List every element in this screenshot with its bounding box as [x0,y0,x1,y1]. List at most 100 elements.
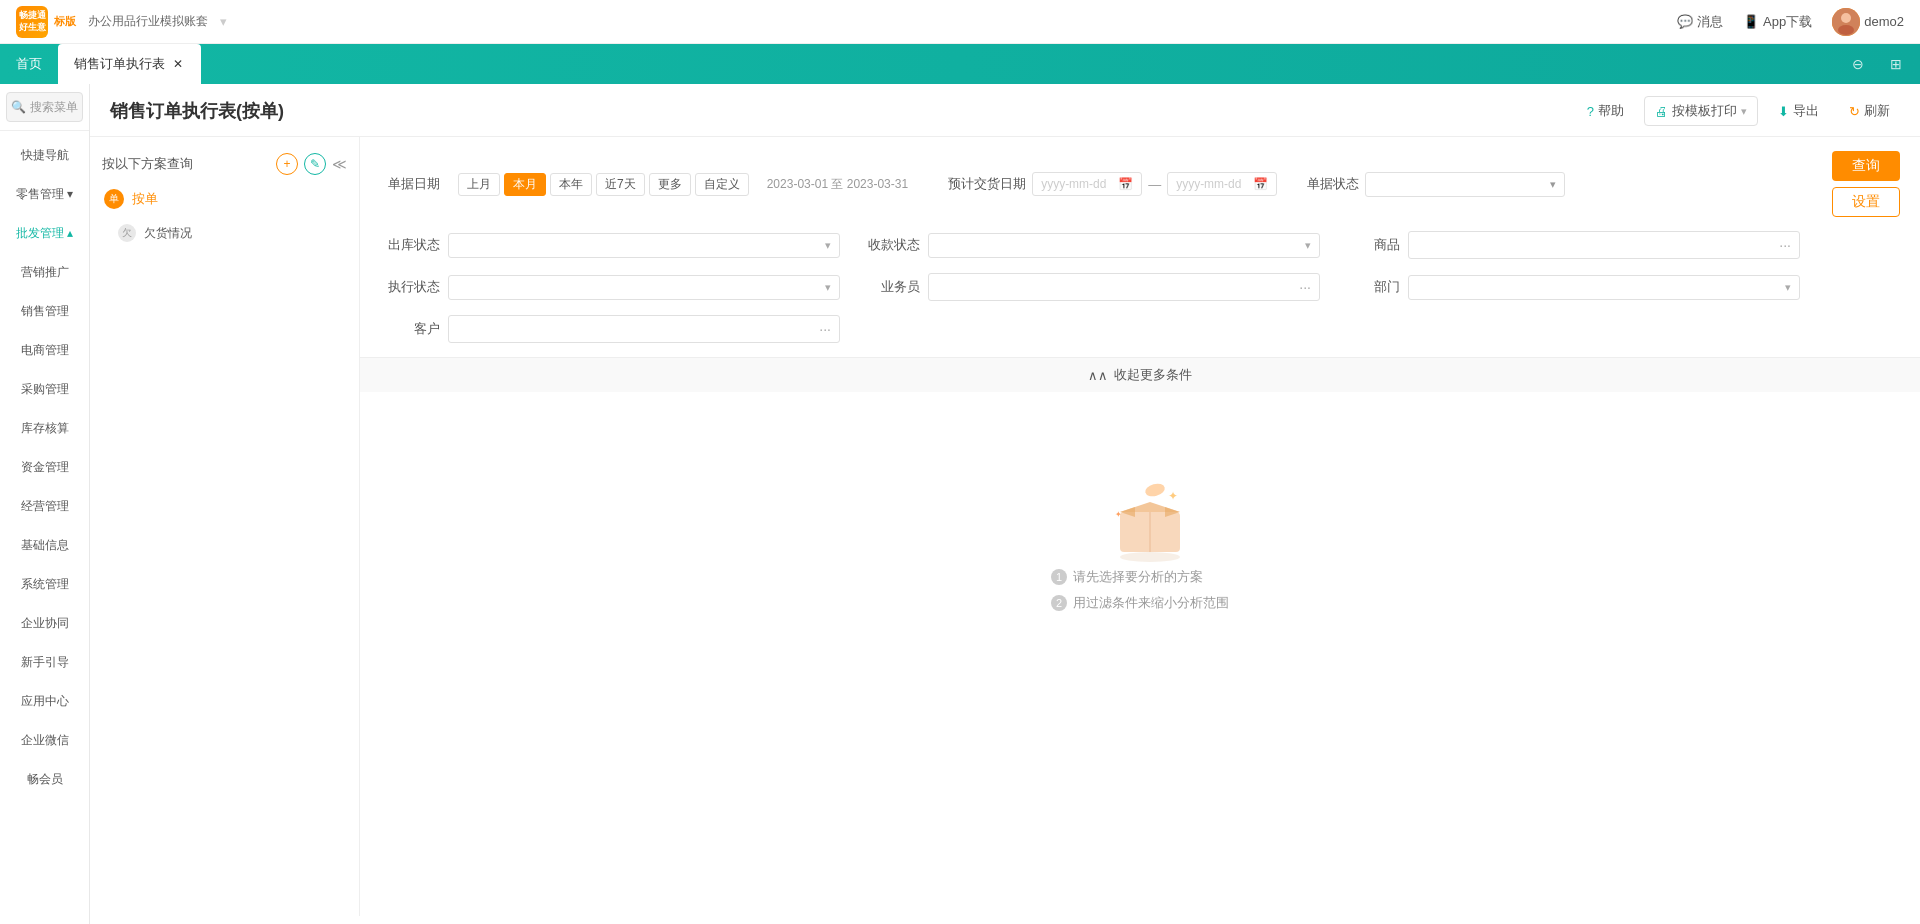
phone-icon: 📱 [1743,14,1759,29]
sidebar-item-system[interactable]: 系统管理 [4,566,85,603]
app-title: 办公用品行业模拟账套 [88,13,208,30]
product-label: 商品 [1340,236,1400,254]
status-select[interactable]: ▾ [1365,172,1565,197]
tab-home[interactable]: 首页 [0,44,58,84]
sidebar-item-shortcut[interactable]: 快捷导航 [4,137,85,174]
filter-product: 商品 ··· [1340,231,1800,259]
calendar-icon-to: 📅 [1253,177,1268,191]
svg-point-1 [1841,13,1851,23]
sidebar-item-ecommerce[interactable]: 电商管理 [4,332,85,369]
receive-label: 收款状态 [860,236,920,254]
filter-receive: 收款状态 ▾ [860,231,1320,259]
salesman-select[interactable]: ··· [928,273,1320,301]
message-btn[interactable]: 💬 消息 [1677,13,1723,31]
sidebar-item-weixin[interactable]: 企业微信 [4,722,85,759]
tip-item-2: 2 用过滤条件来缩小分析范围 [1051,594,1229,612]
filter-dept: 部门 ▾ [1340,273,1800,301]
left-panel-header: 按以下方案查询 + ✎ ≪ [90,147,359,181]
collapse-panel-btn[interactable]: ≪ [332,156,347,172]
export-btn[interactable]: ⬇ 导出 [1768,97,1829,125]
help-btn[interactable]: ? 帮助 [1577,97,1634,125]
sidebar-item-sales[interactable]: 销售管理 [4,293,85,330]
out-stock-select[interactable]: ▾ [448,233,840,258]
search-menu-btn[interactable]: 🔍 搜索菜单 [6,92,83,122]
sidebar-item-basic[interactable]: 基础信息 [4,527,85,564]
settings-btn[interactable]: 设置 [1832,187,1900,217]
status-group: 单据状态 ▾ [1307,172,1565,197]
query-btn[interactable]: 查询 [1832,151,1900,181]
dept-select[interactable]: ▾ [1408,275,1800,300]
forecast-date-to-input[interactable]: yyyy-mm-dd 📅 [1167,172,1277,196]
svg-point-2 [1838,25,1854,35]
date-btn-7days[interactable]: 近7天 [596,173,645,196]
action-btns: 查询 设置 [1832,151,1900,217]
salesman-label: 业务员 [860,278,920,296]
date-range-area: 2023-03-01 至 2023-03-31 [767,176,908,193]
customer-select[interactable]: ··· [448,315,840,343]
main-content: 销售订单执行表(按单) ? 帮助 🖨 按模板打印 ▾ ⬇ 导出 ↻ 刷新 [90,84,1920,924]
filter-date-row: 单据日期 上月 本月 本年 近7天 更多 自定义 2023-03-01 至 20… [360,137,1920,217]
plan-item-single[interactable]: 单 按单 [90,181,359,217]
sidebar: 🔍 搜索菜单 快捷导航 零售管理 ▾ 批发管理 ▴ 营销推广 销售管理 电商管理… [0,84,90,924]
filter-exec-status: 执行状态 ▾ [380,273,840,301]
sidebar-item-member[interactable]: 畅会员 [4,761,85,798]
calendar-icon-from: 📅 [1118,177,1133,191]
date-btn-more[interactable]: 更多 [649,173,691,196]
sidebar-item-enterprise[interactable]: 企业协同 [4,605,85,642]
sub-item-debt[interactable]: 欠 欠货情况 [90,217,359,249]
top-bar: 畅捷通好生意 标版 办公用品行业模拟账套 ▾ 💬 消息 📱 App下载 demo… [0,0,1920,44]
product-select[interactable]: ··· [1408,231,1800,259]
user-avatar [1832,8,1860,36]
sidebar-nav: 快捷导航 零售管理 ▾ 批发管理 ▴ 营销推广 销售管理 电商管理 采购管理 库… [0,131,89,804]
page-header: 销售订单执行表(按单) ? 帮助 🖨 按模板打印 ▾ ⬇ 导出 ↻ 刷新 [90,84,1920,137]
date-separator: — [1148,177,1161,192]
tip-text-2: 用过滤条件来缩小分析范围 [1073,594,1229,612]
date-btn-this-year[interactable]: 本年 [550,173,592,196]
dept-label: 部门 [1340,278,1400,296]
refresh-btn[interactable]: ↻ 刷新 [1839,97,1900,125]
exec-status-select[interactable]: ▾ [448,275,840,300]
sidebar-item-marketing[interactable]: 营销推广 [4,254,85,291]
plan-label-single: 按单 [132,190,158,208]
sub-dot-debt: 欠 [118,224,136,242]
logo-area: 畅捷通好生意 标版 [16,6,76,38]
export-icon: ⬇ [1778,104,1789,119]
add-plan-btn[interactable]: + [276,153,298,175]
sidebar-item-inventory[interactable]: 库存核算 [4,410,85,447]
tab-sales-order[interactable]: 销售订单执行表 ✕ [58,44,201,84]
print-btn[interactable]: 🖨 按模板打印 ▾ [1644,96,1758,126]
tab-expand-btn[interactable]: ⊞ [1882,50,1910,78]
filter-area: 单据日期 上月 本月 本年 近7天 更多 自定义 2023-03-01 至 20… [360,137,1920,392]
sidebar-item-purchase[interactable]: 采购管理 [4,371,85,408]
customer-dots: ··· [819,321,831,337]
page-title: 销售订单执行表(按单) [110,99,284,123]
exec-status-chevron: ▾ [825,281,831,294]
tab-close-icon[interactable]: ✕ [171,57,185,71]
sidebar-item-wholesale[interactable]: 批发管理 ▴ [4,215,85,252]
logo-icon: 畅捷通好生意 [16,6,48,38]
edit-plan-btn[interactable]: ✎ [304,153,326,175]
receive-chevron: ▾ [1305,239,1311,252]
receive-select[interactable]: ▾ [928,233,1320,258]
sidebar-item-newuser[interactable]: 新手引导 [4,644,85,681]
user-menu[interactable]: demo2 [1832,8,1904,36]
sidebar-item-appstore[interactable]: 应用中心 [4,683,85,720]
forecast-date-from-input[interactable]: yyyy-mm-dd 📅 [1032,172,1142,196]
app-download-btn[interactable]: 📱 App下载 [1743,13,1812,31]
collapse-more-btn[interactable]: ∧∧ 收起更多条件 [360,357,1920,392]
date-btn-this-month[interactable]: 本月 [504,173,546,196]
page-container: 销售订单执行表(按单) ? 帮助 🖨 按模板打印 ▾ ⬇ 导出 ↻ 刷新 [90,84,1920,924]
date-btn-custom[interactable]: 自定义 [695,173,749,196]
tab-minimize-btn[interactable]: ⊖ [1844,50,1872,78]
print-dropdown-icon[interactable]: ▾ [1741,105,1747,118]
left-panel-label: 按以下方案查询 [102,155,193,173]
sidebar-item-operations[interactable]: 经营管理 [4,488,85,525]
forecast-from-placeholder: yyyy-mm-dd [1041,177,1106,191]
plan-dot-single: 单 [104,189,124,209]
sidebar-item-finance[interactable]: 资金管理 [4,449,85,486]
collapse-more-label: 收起更多条件 [1114,366,1192,384]
date-btn-last-month[interactable]: 上月 [458,173,500,196]
sidebar-item-retail[interactable]: 零售管理 ▾ [4,176,85,213]
sidebar-search-area: 🔍 搜索菜单 [0,84,89,131]
dropdown-arrow-icon[interactable]: ▾ [220,14,227,29]
